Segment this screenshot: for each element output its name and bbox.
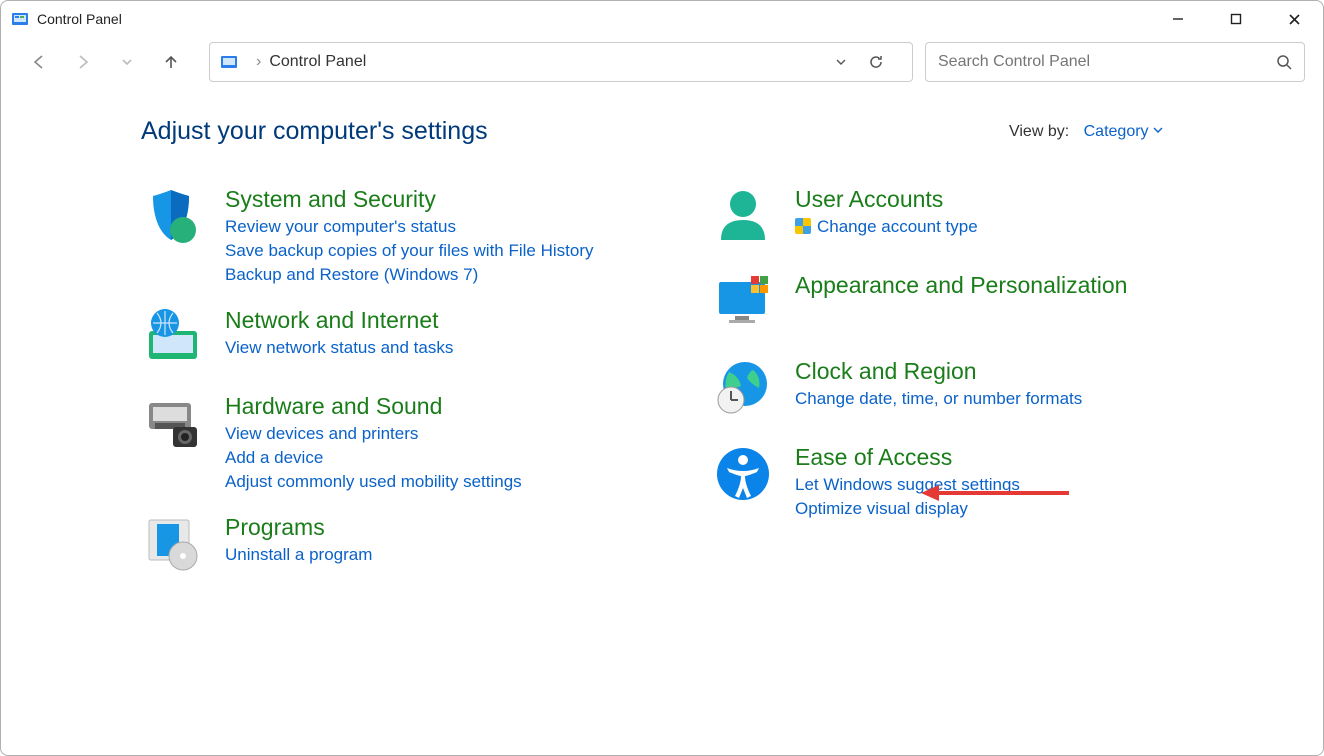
close-button[interactable] <box>1265 1 1323 37</box>
category-title[interactable]: Network and Internet <box>225 307 453 334</box>
programs-disc-icon <box>141 514 205 578</box>
window-controls <box>1149 1 1323 37</box>
category-hardware: Hardware and Sound View devices and prin… <box>141 393 651 492</box>
address-dropdown-button[interactable] <box>834 55 868 69</box>
category-title[interactable]: System and Security <box>225 186 594 213</box>
left-column: System and Security Review your computer… <box>141 186 651 600</box>
sub-link[interactable]: Let Windows suggest settings <box>795 475 1020 495</box>
category-title[interactable]: Hardware and Sound <box>225 393 522 420</box>
refresh-button[interactable] <box>868 54 902 70</box>
titlebar: Control Panel <box>1 1 1323 37</box>
sub-link[interactable]: Add a device <box>225 448 522 468</box>
monitor-tiles-icon <box>711 272 775 336</box>
right-column: User Accounts Change account type Appear… <box>711 186 1221 600</box>
maximize-button[interactable] <box>1207 1 1265 37</box>
category-title[interactable]: Appearance and Personalization <box>795 272 1127 299</box>
search-box[interactable] <box>925 42 1305 82</box>
search-input[interactable] <box>938 53 1276 71</box>
shield-icon <box>141 186 205 250</box>
view-by-label: View by: <box>1009 123 1069 140</box>
category-network: Network and Internet View network status… <box>141 307 651 371</box>
category-clock-region: Clock and Region Change date, time, or n… <box>711 358 1221 422</box>
back-button[interactable] <box>19 42 59 82</box>
category-title[interactable]: Ease of Access <box>795 444 1020 471</box>
category-title[interactable]: Programs <box>225 514 372 541</box>
forward-button[interactable] <box>63 42 103 82</box>
category-appearance: Appearance and Personalization <box>711 272 1221 336</box>
globe-monitor-icon <box>141 307 205 371</box>
sub-link[interactable]: Uninstall a program <box>225 545 372 565</box>
control-panel-mini-icon <box>220 53 238 71</box>
nav-toolbar: › Control Panel <box>1 37 1323 87</box>
recent-locations-button[interactable] <box>107 42 147 82</box>
search-icon <box>1276 54 1292 70</box>
category-user-accounts: User Accounts Change account type <box>711 186 1221 250</box>
view-by-dropdown[interactable]: Category <box>1084 123 1163 140</box>
sub-link[interactable]: Adjust commonly used mobility settings <box>225 472 522 492</box>
sub-link[interactable]: Optimize visual display <box>795 499 1020 519</box>
control-panel-icon <box>11 10 29 28</box>
view-by: View by: Category <box>1009 123 1163 141</box>
accessibility-icon <box>711 444 775 508</box>
address-bar[interactable]: › Control Panel <box>209 42 913 82</box>
category-title[interactable]: User Accounts <box>795 186 978 213</box>
sub-link[interactable]: View devices and printers <box>225 424 522 444</box>
breadcrumb-sep: › <box>256 53 261 71</box>
content-area: Adjust your computer's settings View by:… <box>1 87 1323 600</box>
globe-clock-icon <box>711 358 775 422</box>
window-title: Control Panel <box>37 11 122 27</box>
sub-link[interactable]: Change date, time, or number formats <box>795 389 1082 409</box>
minimize-button[interactable] <box>1149 1 1207 37</box>
category-system-security: System and Security Review your computer… <box>141 186 651 285</box>
sub-link[interactable]: Backup and Restore (Windows 7) <box>225 265 594 285</box>
sub-link[interactable]: View network status and tasks <box>225 338 453 358</box>
page-title: Adjust your computer's settings <box>141 117 488 146</box>
category-programs: Programs Uninstall a program <box>141 514 651 578</box>
up-button[interactable] <box>151 42 191 82</box>
category-ease-of-access: Ease of Access Let Windows suggest setti… <box>711 444 1221 519</box>
breadcrumb-location[interactable]: Control Panel <box>269 53 366 71</box>
sub-link[interactable]: Change account type <box>795 217 978 237</box>
sub-link[interactable]: Save backup copies of your files with Fi… <box>225 241 594 261</box>
user-icon <box>711 186 775 250</box>
printer-camera-icon <box>141 393 205 457</box>
sub-link[interactable]: Review your computer's status <box>225 217 594 237</box>
category-title[interactable]: Clock and Region <box>795 358 1082 385</box>
